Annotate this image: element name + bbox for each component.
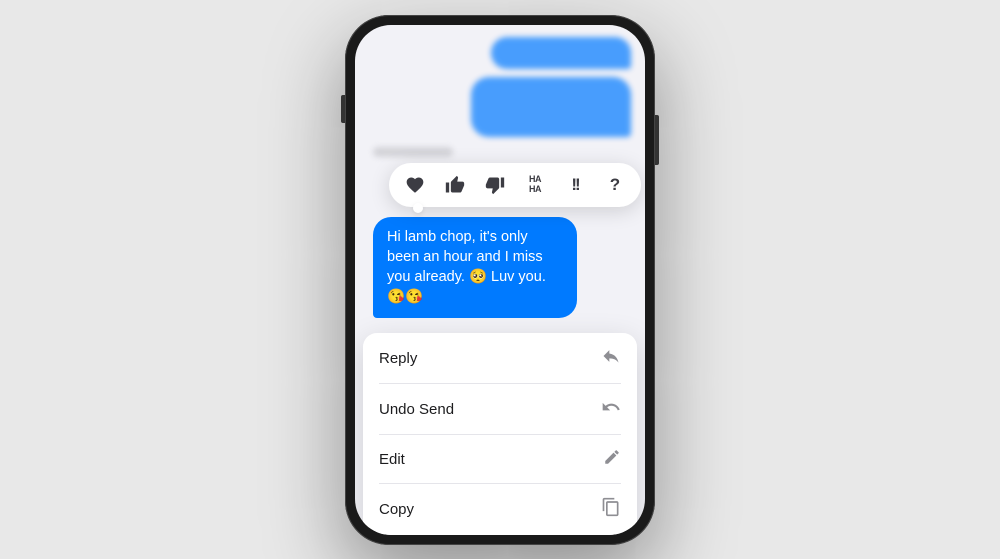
main-message-text: Hi lamb chop, it's only been an hour and…	[387, 229, 546, 306]
question-reaction[interactable]: ?	[601, 171, 629, 199]
reply-icon	[601, 346, 621, 371]
blurred-message-2	[471, 77, 631, 137]
edit-label: Edit	[379, 451, 405, 468]
like-reaction[interactable]	[441, 171, 469, 199]
edit-icon	[603, 448, 621, 471]
heart-reaction[interactable]	[401, 171, 429, 199]
emphasize-reaction[interactable]: !!	[561, 171, 589, 199]
copy-icon	[601, 497, 621, 522]
reply-menu-item[interactable]: Reply	[363, 333, 637, 384]
main-message-bubble: Hi lamb chop, it's only been an hour and…	[373, 217, 577, 318]
undo-send-icon	[601, 397, 621, 422]
dislike-reaction[interactable]	[481, 171, 509, 199]
context-menu: Reply Undo Send Edit	[363, 333, 637, 535]
phone-frame: HAHA !! ? Hi lamb chop, it's only been a…	[345, 15, 655, 545]
haha-text: HAHA	[529, 175, 541, 195]
undo-send-menu-item[interactable]: Undo Send	[363, 384, 637, 435]
edit-menu-item[interactable]: Edit	[363, 435, 637, 484]
undo-send-label: Undo Send	[379, 401, 454, 418]
blurred-timestamp	[373, 147, 453, 157]
copy-menu-item[interactable]: Copy	[363, 484, 637, 535]
reaction-bar: HAHA !! ?	[389, 163, 641, 207]
copy-label: Copy	[379, 501, 414, 518]
emphasize-text: !!	[571, 175, 578, 195]
reply-label: Reply	[379, 350, 417, 367]
messages-area: HAHA !! ? Hi lamb chop, it's only been a…	[355, 25, 645, 327]
question-text: ?	[610, 175, 620, 195]
haha-reaction[interactable]: HAHA	[521, 171, 549, 199]
phone-screen: HAHA !! ? Hi lamb chop, it's only been a…	[355, 25, 645, 535]
blurred-message-1	[491, 37, 631, 69]
top-messages-blurred	[369, 37, 631, 157]
